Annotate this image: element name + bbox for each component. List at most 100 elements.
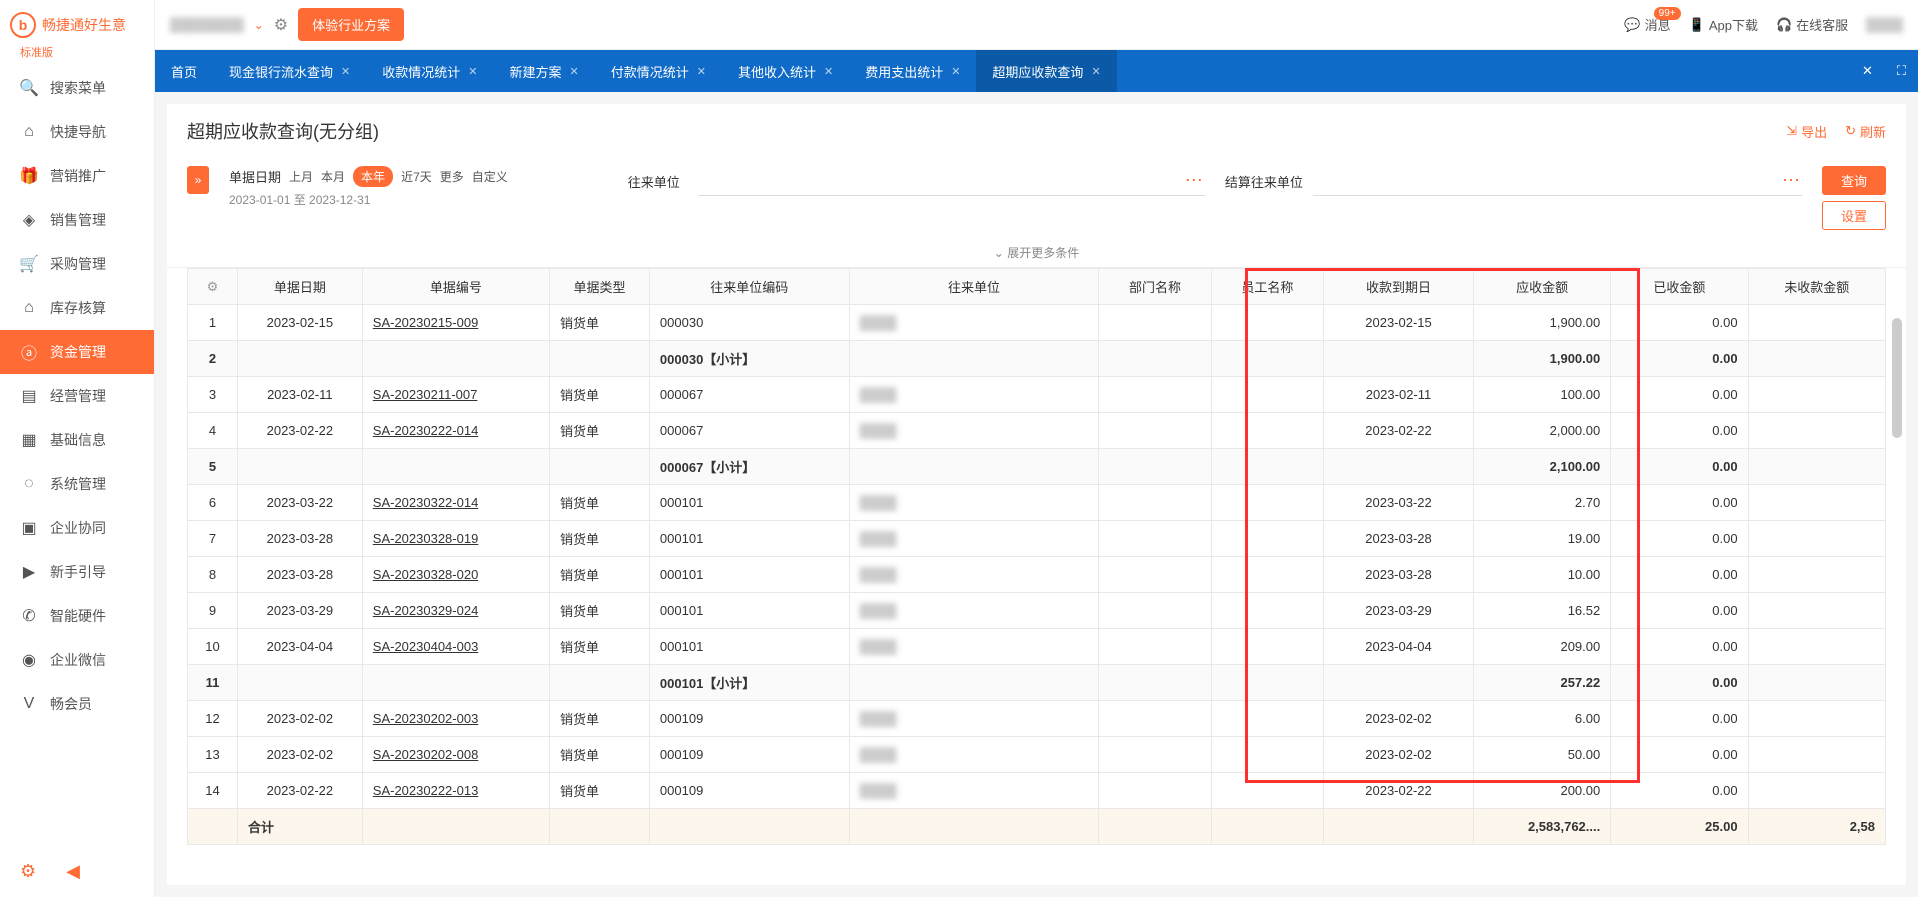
partner-input[interactable] (698, 173, 1185, 188)
col-header-2[interactable]: 单据编号 (362, 269, 549, 305)
tab-2[interactable]: 收款情况统计✕ (366, 50, 493, 92)
doc-link[interactable]: SA-20230328-019 (373, 531, 479, 546)
col-header-7[interactable]: 员工名称 (1211, 269, 1323, 305)
col-header-10[interactable]: 已收金额 (1611, 269, 1748, 305)
col-header-4[interactable]: 往来单位编码 (649, 269, 849, 305)
doc-link[interactable]: SA-20230322-014 (373, 495, 479, 510)
tab-0[interactable]: 首页 (155, 50, 213, 92)
col-header-8[interactable]: 收款到期日 (1324, 269, 1474, 305)
close-icon[interactable]: ✕ (951, 65, 960, 78)
close-icon[interactable]: ✕ (824, 65, 833, 78)
sidebar-item-6[interactable]: ⓐ资金管理 (0, 330, 154, 374)
sidebar-item-14[interactable]: V畅会员 (0, 682, 154, 726)
col-header-6[interactable]: 部门名称 (1099, 269, 1211, 305)
sidebar-item-9[interactable]: ◌系统管理 (0, 462, 154, 506)
date-opt-5[interactable]: 自定义 (472, 168, 508, 185)
table-row[interactable]: 92023-03-29SA-20230329-024销货单000101████2… (188, 593, 1886, 629)
col-header-11[interactable]: 未收款金额 (1748, 269, 1885, 305)
date-opt-2[interactable]: 本年 (353, 166, 393, 187)
export-button[interactable]: ⇲ 导出 (1786, 122, 1827, 141)
col-header-5[interactable]: 往来单位 (849, 269, 1099, 305)
doc-link[interactable]: SA-20230404-003 (373, 639, 479, 654)
sidebar-item-8[interactable]: ▦基础信息 (0, 418, 154, 462)
doc-link[interactable]: SA-20230202-008 (373, 747, 479, 762)
close-icon[interactable]: ✕ (697, 65, 706, 78)
doc-link[interactable]: SA-20230329-024 (373, 603, 479, 618)
table-row[interactable]: 11000101【小计】257.220.00 (188, 665, 1886, 701)
refresh-button[interactable]: ↻ 刷新 (1845, 122, 1886, 141)
sidebar-item-13[interactable]: ◉企业微信 (0, 638, 154, 682)
col-header-3[interactable]: 单据类型 (550, 269, 650, 305)
doc-link[interactable]: SA-20230222-014 (373, 423, 479, 438)
org-name[interactable]: ████████ (170, 17, 244, 32)
close-icon[interactable]: ✕ (1091, 65, 1100, 78)
date-opt-4[interactable]: 更多 (440, 168, 464, 185)
collapse-icon[interactable]: ◀ (66, 861, 80, 882)
table-row[interactable]: 72023-03-28SA-20230328-019销货单000101████2… (188, 521, 1886, 557)
date-filter-label: 单据日期 (229, 167, 281, 186)
settle-partner-input[interactable] (1313, 173, 1782, 188)
close-icon[interactable]: ✕ (468, 65, 477, 78)
table-row[interactable]: 142023-02-22SA-20230222-013销货单000109████… (188, 773, 1886, 809)
table-row[interactable]: 62023-03-22SA-20230322-014销货单000101████2… (188, 485, 1886, 521)
close-icon[interactable]: ✕ (341, 65, 350, 78)
nav-label: 搜索菜单 (50, 78, 106, 98)
date-opt-3[interactable]: 近7天 (401, 168, 432, 185)
user-avatar[interactable]: ████ (1866, 17, 1903, 32)
tab-1[interactable]: 现金银行流水查询✕ (213, 50, 366, 92)
table-row[interactable]: 132023-02-02SA-20230202-008销货单000109████… (188, 737, 1886, 773)
doc-link[interactable]: SA-20230215-009 (373, 315, 479, 330)
sidebar-item-3[interactable]: ◈销售管理 (0, 198, 154, 242)
table-row[interactable]: 82023-03-28SA-20230328-020销货单000101████2… (188, 557, 1886, 593)
table-row[interactable]: 102023-04-04SA-20230404-003销货单000101████… (188, 629, 1886, 665)
vertical-scrollbar[interactable] (1892, 318, 1902, 438)
doc-link[interactable]: SA-20230211-007 (373, 387, 478, 402)
sidebar-item-2[interactable]: 🎁营销推广 (0, 154, 154, 198)
tab-4[interactable]: 付款情况统计✕ (595, 50, 722, 92)
app-download-link[interactable]: 📱 App下载 (1689, 15, 1758, 34)
sidebar-item-4[interactable]: 🛒采购管理 (0, 242, 154, 286)
chevron-down-icon[interactable]: ⌄ (254, 18, 264, 32)
experience-button[interactable]: 体验行业方案 (298, 8, 404, 41)
table-row[interactable]: 12023-02-15SA-20230215-009销货单000030████2… (188, 305, 1886, 341)
table-row[interactable]: 122023-02-02SA-20230202-003销货单000109████… (188, 701, 1886, 737)
col-header-0[interactable]: ⚙ (188, 269, 238, 305)
close-icon[interactable]: ✕ (570, 65, 579, 78)
sidebar-item-0[interactable]: 🔍搜索菜单 (0, 66, 154, 110)
tab-3[interactable]: 新建方案✕ (493, 50, 594, 92)
doc-link[interactable]: SA-20230328-020 (373, 567, 479, 582)
tab-5[interactable]: 其他收入统计✕ (722, 50, 849, 92)
sidebar-item-7[interactable]: ▤经营管理 (0, 374, 154, 418)
doc-link[interactable]: SA-20230202-003 (373, 711, 479, 726)
online-service-link[interactable]: 🎧 在线客服 (1776, 15, 1848, 34)
settle-partner-more-icon[interactable]: ⋯ (1782, 170, 1802, 191)
col-header-1[interactable]: 单据日期 (237, 269, 362, 305)
gear-icon[interactable]: ⚙ (207, 279, 219, 294)
settings-icon[interactable]: ⚙ (20, 861, 36, 882)
fullscreen-icon[interactable]: ⛶ (1885, 63, 1918, 79)
query-button[interactable]: 查询 (1822, 166, 1886, 195)
table-row[interactable]: 5000067【小计】2,100.000.00 (188, 449, 1886, 485)
tab-7[interactable]: 超期应收款查询✕ (976, 50, 1116, 92)
expand-conditions[interactable]: ⌄ 展开更多条件 (167, 238, 1906, 268)
collapse-filter-button[interactable]: » (187, 166, 209, 194)
logo[interactable]: b 畅捷通好生意 (0, 0, 154, 50)
sidebar-item-10[interactable]: ▣企业协同 (0, 506, 154, 550)
table-row[interactable]: 32023-02-11SA-20230211-007销货单000067████2… (188, 377, 1886, 413)
close-all-tabs[interactable]: ✕ (1850, 63, 1885, 79)
sidebar-item-5[interactable]: ⌂库存核算 (0, 286, 154, 330)
doc-link[interactable]: SA-20230222-013 (373, 783, 479, 798)
partner-more-icon[interactable]: ⋯ (1185, 170, 1205, 191)
sidebar-item-1[interactable]: ⌂快捷导航 (0, 110, 154, 154)
setting-button[interactable]: 设置 (1822, 201, 1886, 230)
date-opt-1[interactable]: 本月 (321, 168, 345, 185)
col-header-9[interactable]: 应收金额 (1473, 269, 1610, 305)
sidebar-item-11[interactable]: ▶新手引导 (0, 550, 154, 594)
gear-icon[interactable]: ⚙ (274, 15, 288, 35)
date-opt-0[interactable]: 上月 (289, 168, 313, 185)
table-row[interactable]: 2000030【小计】1,900.000.00 (188, 341, 1886, 377)
table-row[interactable]: 42023-02-22SA-20230222-014销货单000067████2… (188, 413, 1886, 449)
sidebar-item-12[interactable]: ✆智能硬件 (0, 594, 154, 638)
messages-link[interactable]: 💬 消息 99+ (1624, 15, 1670, 34)
tab-6[interactable]: 费用支出统计✕ (849, 50, 976, 92)
